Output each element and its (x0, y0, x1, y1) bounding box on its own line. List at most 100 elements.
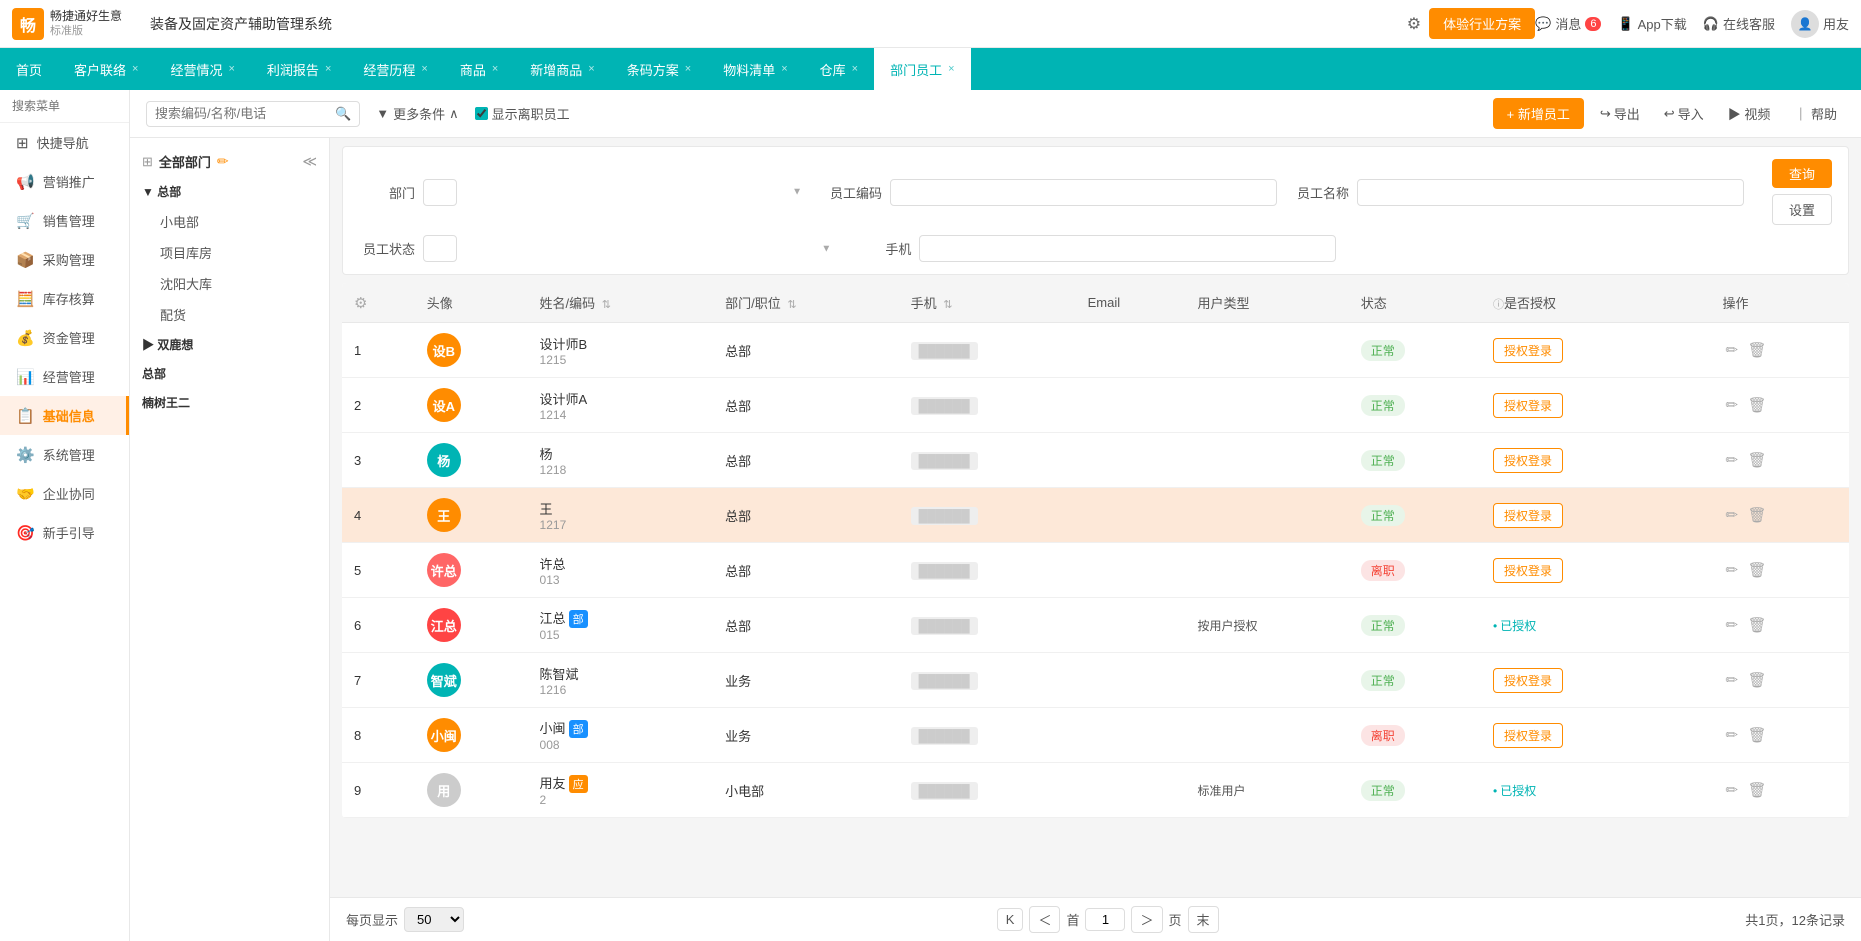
edit-icon[interactable]: ✏ (1725, 617, 1738, 634)
import-button[interactable]: ↩ 导入 (1656, 100, 1712, 127)
auth-button[interactable]: 授权登录 (1493, 448, 1563, 473)
delete-icon[interactable]: 🗑 (1748, 397, 1767, 414)
user-btn[interactable]: 👤 用友 (1791, 10, 1849, 38)
app-download-btn[interactable]: 📱 App下载 (1617, 14, 1686, 33)
nav-tab-仓库[interactable]: 仓库× (804, 48, 874, 90)
nav-tab-物料清单[interactable]: 物料清单× (707, 48, 803, 90)
tree-group-1[interactable]: ▶ 双鹿想 (130, 330, 329, 359)
delete-icon[interactable]: 🗑 (1748, 507, 1767, 524)
page-size-select[interactable]: 50 100 (404, 907, 464, 932)
export-button[interactable]: ↪ 导出 (1592, 100, 1648, 127)
edit-icon[interactable]: ✏ (1725, 452, 1738, 469)
emp-name-input[interactable] (1357, 179, 1744, 206)
page-number-input[interactable] (1085, 908, 1125, 931)
emp-code-input[interactable] (890, 179, 1277, 206)
tab-close-icon[interactable]: × (421, 63, 427, 75)
delete-icon[interactable]: 🗑 (1748, 342, 1767, 359)
tree-child-项目库房[interactable]: 项目库房 (130, 237, 329, 268)
tab-close-icon[interactable]: × (588, 63, 594, 75)
nav-tab-条码方案[interactable]: 条码方案× (611, 48, 707, 90)
trial-button[interactable]: 体验行业方案 (1429, 8, 1535, 39)
nav-tab-经营情况[interactable]: 经营情况× (154, 48, 250, 90)
last-page-btn[interactable]: 末 (1188, 906, 1219, 933)
help-btn[interactable]: ｜ 帮助 (1786, 100, 1845, 127)
tree-child-配货[interactable]: 配货 (130, 299, 329, 330)
tab-close-icon[interactable]: × (228, 63, 234, 75)
auth-button[interactable]: 授权登录 (1493, 668, 1563, 693)
col-phone-header[interactable]: 手机 ⇅ (899, 283, 1076, 323)
delete-icon[interactable]: 🗑 (1748, 617, 1767, 634)
col-name-header[interactable]: 姓名/编码 ⇅ (528, 283, 714, 323)
edit-icon[interactable]: ✏ (1725, 782, 1738, 799)
edit-icon[interactable]: ✏ (1725, 342, 1738, 359)
delete-icon[interactable]: 🗑 (1748, 672, 1767, 689)
first-page-btn[interactable]: K (997, 908, 1024, 931)
sidebar-item-corp[interactable]: 🤝企业协同 (0, 474, 129, 513)
edit-icon[interactable]: ✏ (1725, 672, 1738, 689)
query-button[interactable]: 查询 (1772, 159, 1832, 188)
delete-icon[interactable]: 🗑 (1748, 562, 1767, 579)
tab-close-icon[interactable]: × (781, 63, 787, 75)
search-menu-input[interactable] (12, 99, 130, 113)
message-btn[interactable]: 💬 消息 6 (1535, 14, 1601, 33)
delete-icon[interactable]: 🗑 (1748, 452, 1767, 469)
sidebar-item-marketing[interactable]: 📢营销推广 (0, 162, 129, 201)
prev-page-btn[interactable]: ＜ (1029, 906, 1060, 933)
tree-child-沈阳大库[interactable]: 沈阳大库 (130, 268, 329, 299)
nav-tab-部门员工[interactable]: 部门员工× (874, 48, 970, 90)
search-employee-input[interactable] (155, 106, 335, 121)
col-dept-header[interactable]: 部门/职位 ⇅ (713, 283, 899, 323)
edit-icon[interactable]: ✏ (1725, 397, 1738, 414)
tree-group-2[interactable]: 总部 (130, 359, 329, 388)
tab-close-icon[interactable]: × (948, 63, 954, 75)
nav-tab-首页[interactable]: 首页 (0, 48, 58, 90)
auth-button[interactable]: 授权登录 (1493, 393, 1563, 418)
sidebar-item-finance[interactable]: 💰资金管理 (0, 318, 129, 357)
nav-tab-客户联络[interactable]: 客户联络× (58, 48, 154, 90)
dept-collapse-icon[interactable]: ≪ (302, 153, 317, 170)
tree-group-0[interactable]: ▼ 总部 (130, 177, 329, 206)
sidebar-item-purchase[interactable]: 📦采购管理 (0, 240, 129, 279)
tree-child-小电部[interactable]: 小电部 (130, 206, 329, 237)
sidebar-item-quicknav[interactable]: ⊞快捷导航 (0, 123, 129, 162)
sidebar-item-guide[interactable]: 🎯新手引导 (0, 513, 129, 552)
tab-close-icon[interactable]: × (492, 63, 498, 75)
search-submit-icon[interactable]: 🔍 (335, 106, 351, 122)
auth-button[interactable]: 授权登录 (1493, 503, 1563, 528)
col-settings-icon[interactable]: ⚙ (354, 295, 367, 312)
sidebar-item-inventory[interactable]: 🧮库存核算 (0, 279, 129, 318)
tab-close-icon[interactable]: × (132, 63, 138, 75)
nav-tab-经营历程[interactable]: 经营历程× (347, 48, 443, 90)
auth-button[interactable]: 授权登录 (1493, 723, 1563, 748)
sidebar-item-system[interactable]: ⚙️系统管理 (0, 435, 129, 474)
settings-icon[interactable]: ⚙ (1407, 14, 1421, 34)
tab-close-icon[interactable]: × (852, 63, 858, 75)
edit-icon[interactable]: ✏ (1725, 727, 1738, 744)
tree-group-3[interactable]: 楠树王二 (130, 388, 329, 417)
nav-tab-新增商品[interactable]: 新增商品× (514, 48, 610, 90)
dept-edit-icon[interactable]: ✏ (217, 153, 229, 170)
emp-status-select[interactable] (423, 235, 457, 262)
next-page-btn[interactable]: ＞ (1131, 906, 1162, 933)
all-dept-label[interactable]: 全部部门 (159, 152, 211, 171)
more-filter-btn[interactable]: ▼ 更多条件 ∧ (368, 100, 466, 127)
sidebar-item-sales[interactable]: 🛒销售管理 (0, 201, 129, 240)
tab-close-icon[interactable]: × (685, 63, 691, 75)
dept-select[interactable] (423, 179, 457, 206)
edit-icon[interactable]: ✏ (1725, 507, 1738, 524)
delete-icon[interactable]: 🗑 (1748, 782, 1767, 799)
edit-icon[interactable]: ✏ (1725, 562, 1738, 579)
show-inactive-checkbox[interactable] (475, 107, 488, 120)
sidebar-item-basic[interactable]: 📋基础信息 (0, 396, 129, 435)
nav-tab-利润报告[interactable]: 利润报告× (251, 48, 347, 90)
add-employee-button[interactable]: + 新增员工 (1493, 98, 1584, 129)
col-settings-header[interactable]: ⚙ (342, 283, 415, 323)
auth-button[interactable]: 授权登录 (1493, 338, 1563, 363)
tab-close-icon[interactable]: × (325, 63, 331, 75)
auth-button[interactable]: 授权登录 (1493, 558, 1563, 583)
delete-icon[interactable]: 🗑 (1748, 727, 1767, 744)
reset-button[interactable]: 设置 (1772, 194, 1832, 225)
video-btn[interactable]: ▶ 视频 (1720, 100, 1779, 127)
show-inactive-toggle[interactable]: 显示离职员工 (475, 104, 570, 123)
sidebar-item-operation[interactable]: 📊经营管理 (0, 357, 129, 396)
